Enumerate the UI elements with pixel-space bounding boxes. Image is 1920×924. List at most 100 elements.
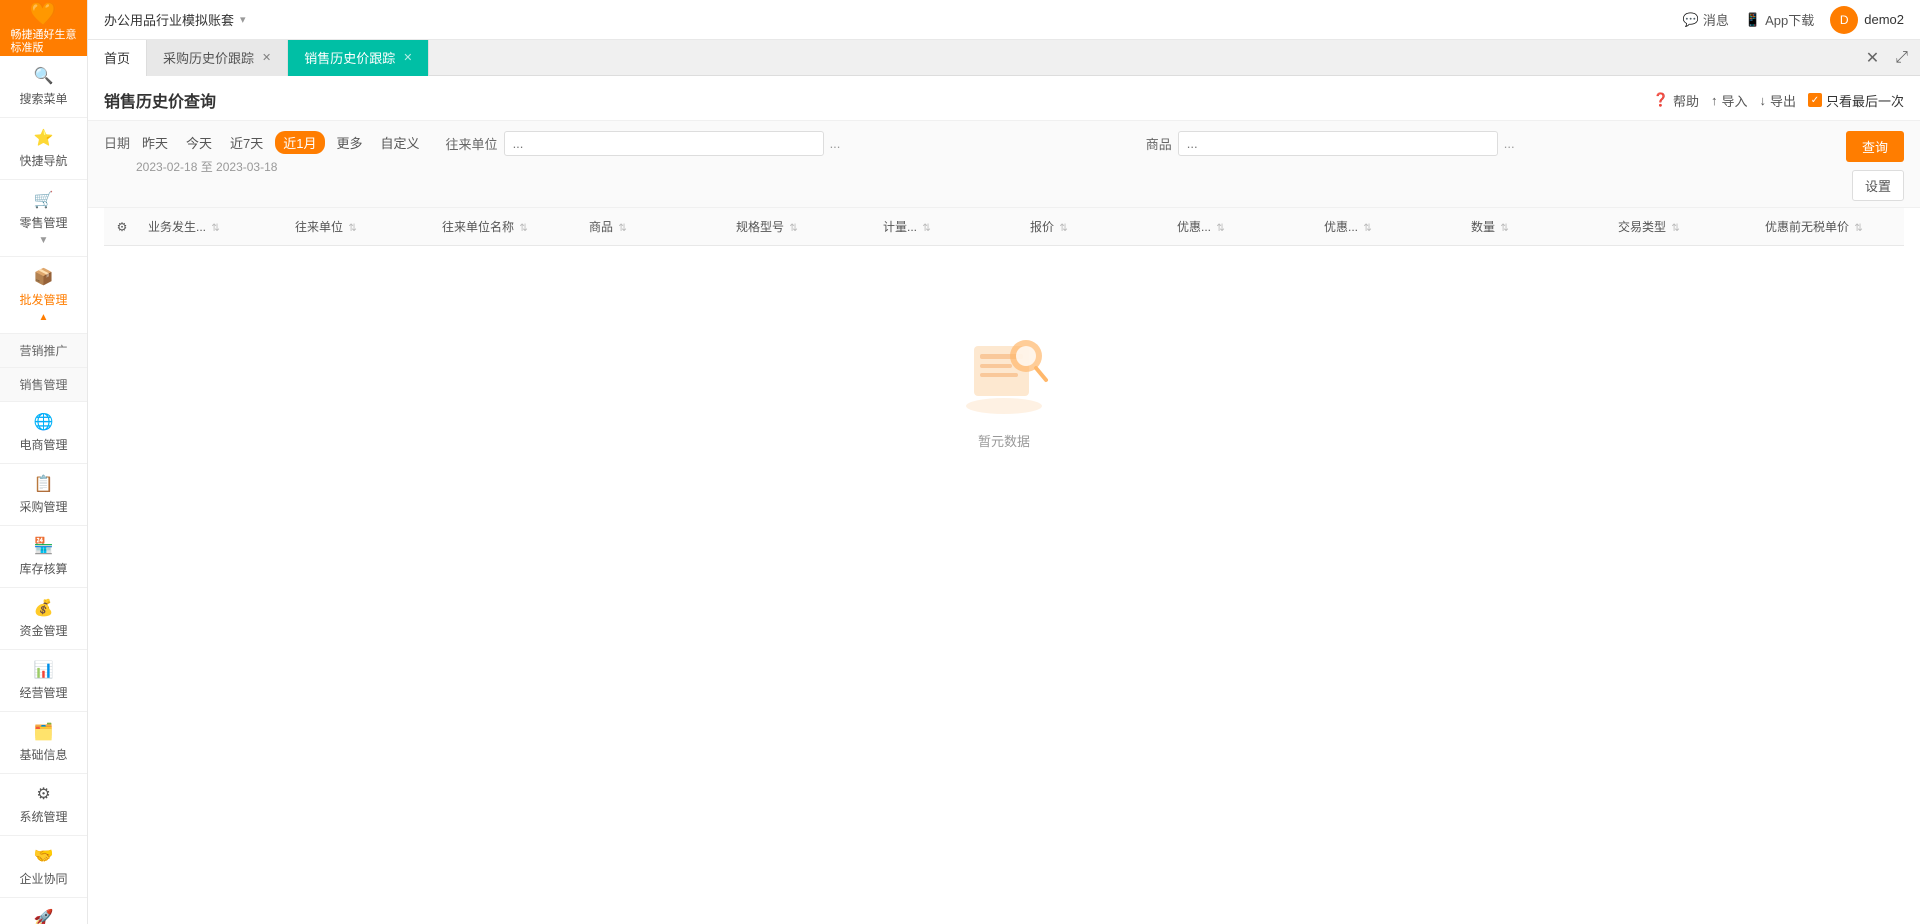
workspace-title[interactable]: 办公用品行业模拟账套 ▾: [104, 10, 1671, 29]
topbar: 办公用品行业模拟账套 ▾ 💬 消息 📱 App下载 D demo2: [88, 0, 1920, 40]
app-logo[interactable]: 🧡 畅捷通好生意 标准版: [0, 0, 88, 56]
sidebar-item-label: 快捷导航: [19, 152, 67, 169]
sidebar-item-retail[interactable]: 🛒 零售管理 ▼: [0, 180, 88, 257]
tab-sales-history[interactable]: 销售历史价跟踪 ✕: [288, 40, 429, 76]
sidebar: 🧡 畅捷通好生意 标准版 🔍 搜索菜单 ⭐ 快捷导航 🛒 零售管理 ▼ 📦 批发…: [0, 0, 88, 924]
sidebar-item-search[interactable]: 🔍 搜索菜单: [0, 56, 88, 118]
tab-sales-close-button[interactable]: ✕: [403, 51, 412, 64]
user-menu[interactable]: D demo2: [1830, 6, 1904, 34]
goods-label: 商品: [1146, 134, 1172, 153]
help-icon: ❓: [1653, 92, 1669, 108]
sidebar-item-sales-mgmt[interactable]: 销售管理: [0, 368, 88, 402]
main-content: 办公用品行业模拟账套 ▾ 💬 消息 📱 App下载 D demo2 首页 采购历…: [88, 0, 1920, 924]
column-unit[interactable]: 计量... ⇅: [875, 208, 1022, 246]
column-discount2[interactable]: 优惠... ⇅: [1316, 208, 1463, 246]
column-partner-name[interactable]: 往来单位名称 ⇅: [434, 208, 581, 246]
date-option-today[interactable]: 今天: [180, 131, 218, 154]
sidebar-item-inventory[interactable]: 🏪 库存核算: [0, 526, 88, 588]
column-goods[interactable]: 商品 ⇅: [581, 208, 728, 246]
sidebar-item-label: 经营管理: [19, 684, 67, 701]
app-download-button[interactable]: 📱 App下载: [1745, 10, 1814, 29]
sidebar-item-purchase[interactable]: 📋 采购管理: [0, 464, 88, 526]
goods-input[interactable]: [1178, 131, 1498, 156]
sidebar-item-basic[interactable]: 🗂️ 基础信息: [0, 712, 88, 774]
gear-icon: ⚙: [36, 784, 50, 804]
column-pretax-price[interactable]: 优惠前无税单价 ⇅: [1757, 208, 1904, 246]
sidebar-item-guide[interactable]: 🚀 新手引导: [0, 898, 88, 924]
goods-filter: 商品 ...: [1146, 131, 1826, 156]
column-spec[interactable]: 规格型号 ⇅: [728, 208, 875, 246]
sort-icon: ⇅: [922, 223, 930, 234]
sidebar-item-system[interactable]: ⚙ 系统管理: [0, 774, 88, 836]
sidebar-item-label: 销售管理: [19, 378, 67, 392]
sidebar-item-operations[interactable]: 📊 经营管理: [0, 650, 88, 712]
topbar-actions: 💬 消息 📱 App下载 D demo2: [1683, 6, 1904, 34]
partner-more-icon[interactable]: ...: [830, 136, 841, 151]
tab-purchase-close-button[interactable]: ✕: [262, 51, 271, 64]
chevron-up-icon: ▲: [39, 312, 49, 323]
star-icon: ⭐: [34, 128, 54, 148]
query-button[interactable]: 查询: [1846, 131, 1904, 162]
chevron-down-icon: ▼: [39, 235, 49, 246]
rocket-icon: 🚀: [34, 908, 54, 924]
date-option-last1m[interactable]: 近1月: [275, 131, 324, 154]
message-button[interactable]: 💬 消息: [1683, 10, 1729, 29]
date-filter: 日期 昨天 今天 近7天 近1月 更多 自定义 2023-02-18 至 202…: [104, 131, 426, 175]
page-content: 销售历史价查询 ❓ 帮助 ↑ 导入 ↓ 导出 ✓ 只看最后一次: [88, 76, 1920, 924]
tab-home[interactable]: 首页: [88, 40, 147, 76]
settings-button[interactable]: 设置: [1852, 170, 1904, 201]
import-button[interactable]: ↑ 导入: [1711, 91, 1748, 110]
sidebar-item-finance[interactable]: 💰 资金管理: [0, 588, 88, 650]
globe-icon: 🌐: [34, 412, 54, 432]
page-header-actions: ❓ 帮助 ↑ 导入 ↓ 导出 ✓ 只看最后一次: [1653, 91, 1904, 110]
import-icon: ↑: [1711, 93, 1718, 108]
export-button[interactable]: ↓ 导出: [1759, 91, 1796, 110]
column-trade-type[interactable]: 交易类型 ⇅: [1610, 208, 1757, 246]
sidebar-item-label: 采购管理: [19, 498, 67, 515]
column-discount1[interactable]: 优惠... ⇅: [1169, 208, 1316, 246]
clipboard-icon: 📋: [34, 474, 54, 494]
tabs-bar: 首页 采购历史价跟踪 ✕ 销售历史价跟踪 ✕ ✕ ⤢: [88, 40, 1920, 76]
page-header: 销售历史价查询 ❓ 帮助 ↑ 导入 ↓ 导出 ✓ 只看最后一次: [88, 76, 1920, 121]
partner-filter: 往来单位 ...: [446, 131, 1126, 156]
box-icon: 📦: [34, 267, 54, 287]
sidebar-item-label: 零售管理: [19, 214, 67, 231]
help-button[interactable]: ❓ 帮助: [1653, 91, 1699, 110]
money-icon: 💰: [34, 598, 54, 618]
column-quantity[interactable]: 数量 ⇅: [1463, 208, 1610, 246]
show-last-checkbox[interactable]: ✓ 只看最后一次: [1808, 91, 1904, 110]
sidebar-item-marketing[interactable]: 营销推广: [0, 334, 88, 368]
column-partner-code[interactable]: 往来单位 ⇅: [287, 208, 434, 246]
empty-state: 暂元数据: [88, 246, 1920, 530]
sidebar-item-label: 电商管理: [19, 436, 67, 453]
tab-purchase-history[interactable]: 采购历史价跟踪 ✕: [147, 40, 288, 76]
search-icon: 🔍: [34, 66, 54, 86]
column-biz-date[interactable]: 业务发生... ⇅: [140, 208, 287, 246]
message-icon: 💬: [1683, 12, 1699, 28]
partner-label: 往来单位: [446, 134, 498, 153]
column-quote[interactable]: 报价 ⇅: [1022, 208, 1169, 246]
maximize-button[interactable]: ⤢: [1891, 45, 1912, 71]
sidebar-item-label: 系统管理: [19, 808, 67, 825]
column-settings[interactable]: ⚙: [104, 208, 140, 246]
logo-text: 畅捷通好生意 标准版: [11, 29, 77, 55]
export-icon: ↓: [1759, 93, 1766, 108]
date-range-display: 2023-02-18 至 2023-03-18: [104, 158, 426, 175]
sidebar-item-label: 资金管理: [19, 622, 67, 639]
close-all-tabs-button[interactable]: ✕: [1862, 44, 1883, 72]
date-option-yesterday[interactable]: 昨天: [136, 131, 174, 154]
sort-icon: ⇅: [519, 223, 527, 234]
date-option-custom[interactable]: 自定义: [375, 131, 426, 154]
partner-input[interactable]: [504, 131, 824, 156]
date-option-last7[interactable]: 近7天: [224, 131, 269, 154]
sort-icon: ⇅: [1854, 223, 1862, 234]
sort-icon: ⇅: [211, 223, 219, 234]
sort-icon: ⇅: [1059, 223, 1067, 234]
sort-icon: ⇅: [1500, 223, 1508, 234]
sidebar-item-shortcut[interactable]: ⭐ 快捷导航: [0, 118, 88, 180]
sidebar-item-wholesale[interactable]: 📦 批发管理 ▲: [0, 257, 88, 334]
goods-more-icon[interactable]: ...: [1504, 136, 1515, 151]
sidebar-item-ecommerce[interactable]: 🌐 电商管理: [0, 402, 88, 464]
sidebar-item-enterprise[interactable]: 🤝 企业协同: [0, 836, 88, 898]
date-option-more[interactable]: 更多: [331, 131, 369, 154]
